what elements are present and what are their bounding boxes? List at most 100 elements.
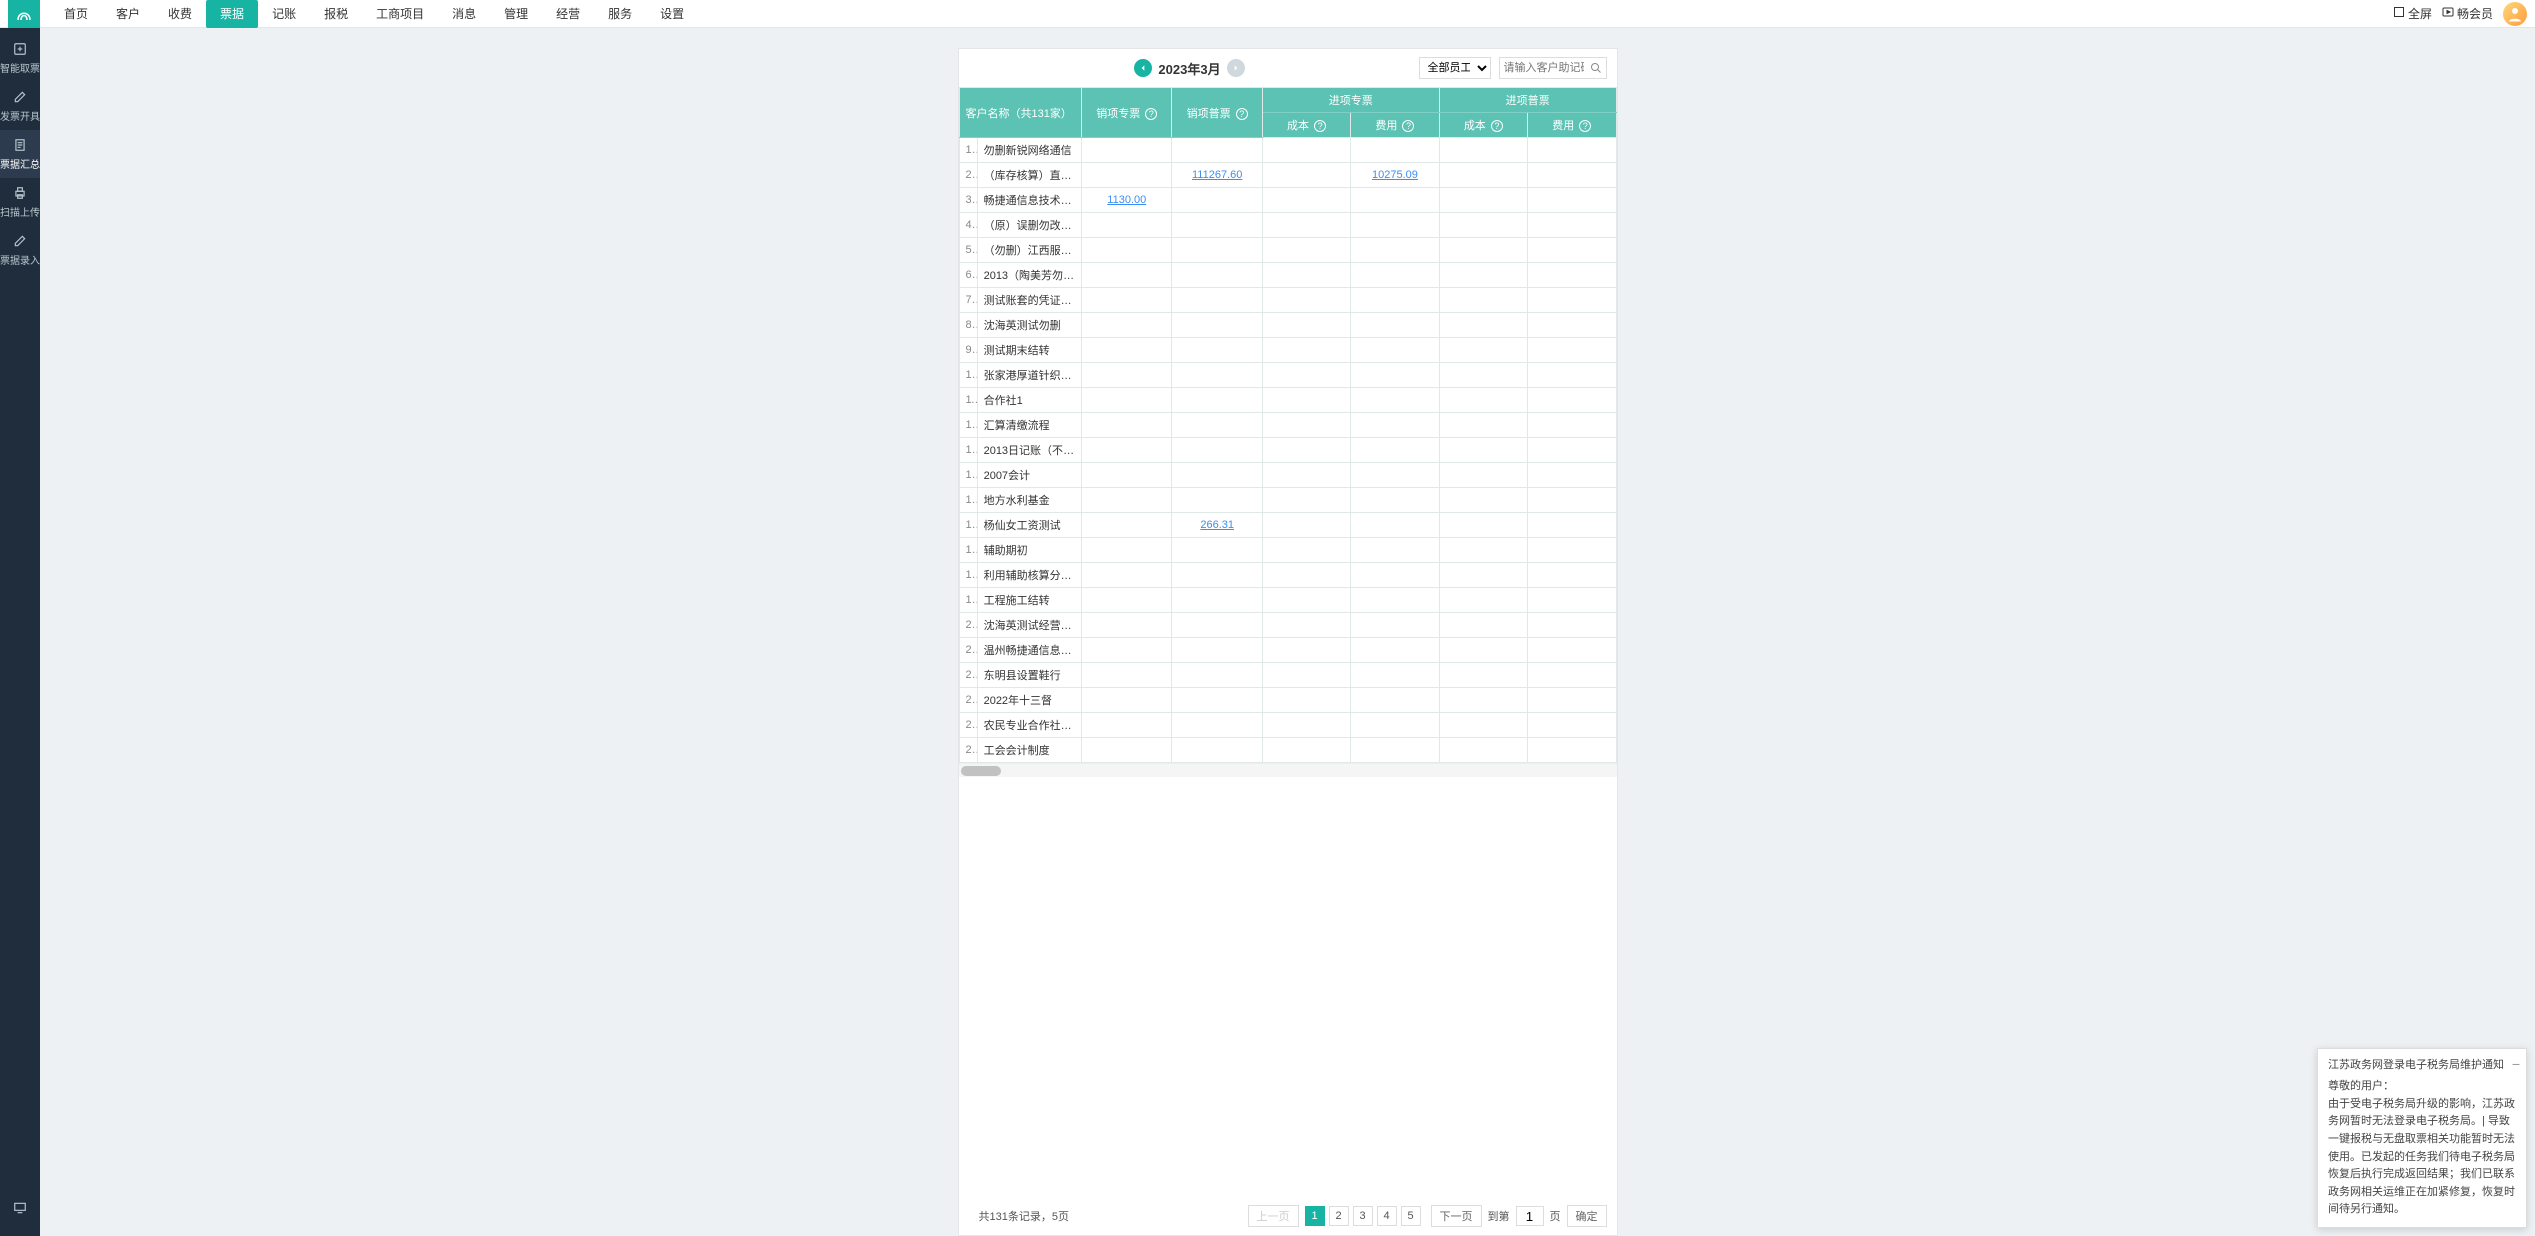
sales-normal-value xyxy=(1172,288,1262,313)
sidebar-item-0[interactable]: 智能取票 xyxy=(0,34,40,82)
close-icon[interactable]: − xyxy=(2512,1053,2520,1075)
purchase-special-expense xyxy=(1351,663,1439,688)
page-number-1[interactable]: 1 xyxy=(1305,1206,1325,1226)
help-icon[interactable]: ? xyxy=(1236,108,1248,120)
table-row[interactable]: 17辅助期初 xyxy=(959,538,1616,563)
topnav-item-4[interactable]: 记账 xyxy=(258,0,310,28)
purchase-normal-cost xyxy=(1439,588,1527,613)
table-row[interactable]: 19工程施工结转 xyxy=(959,588,1616,613)
page-number-4[interactable]: 4 xyxy=(1377,1206,1397,1226)
amount-link[interactable]: 111267.60 xyxy=(1192,169,1242,181)
table-row[interactable]: 4（原）误删勿改李艳芬测试账… xyxy=(959,213,1616,238)
employee-select[interactable]: 全部员工 xyxy=(1419,57,1491,79)
sales-normal-value xyxy=(1172,463,1262,488)
amount-link[interactable]: 10275.09 xyxy=(1372,169,1418,181)
goto-confirm-button[interactable]: 确定 xyxy=(1567,1205,1607,1227)
table-row[interactable]: 7测试账套的凭证打印的时候… xyxy=(959,288,1616,313)
purchase-special-expense xyxy=(1351,563,1439,588)
table-row[interactable]: 21温州畅捷通信息服务有限… xyxy=(959,638,1616,663)
topnav-item-10[interactable]: 服务 xyxy=(594,0,646,28)
table-row[interactable]: 2（库存核算）直播畅捷通信…111267.6010275.09 xyxy=(959,163,1616,188)
purchase-special-cost xyxy=(1262,563,1350,588)
help-icon[interactable]: ? xyxy=(1579,120,1591,132)
sidebar-bottom-item[interactable] xyxy=(0,1193,40,1226)
table-row[interactable]: 15地方水利基金 xyxy=(959,488,1616,513)
topnav-item-6[interactable]: 工商项目 xyxy=(362,0,438,28)
purchase-special-expense xyxy=(1351,513,1439,538)
table-row[interactable]: 132013日记账（不要删除哈… xyxy=(959,438,1616,463)
goto-page-input[interactable] xyxy=(1516,1206,1544,1226)
horizontal-scrollbar[interactable] xyxy=(959,763,1617,777)
customer-name: 农民专业合作社会计制度 xyxy=(977,713,1081,738)
topnav-item-1[interactable]: 客户 xyxy=(102,0,154,28)
table-row[interactable]: 8沈海英测试勿删 xyxy=(959,313,1616,338)
table-row[interactable]: 12汇算清缴流程 xyxy=(959,413,1616,438)
sidebar-item-3[interactable]: 扫描上传 xyxy=(0,178,40,226)
sales-special-value xyxy=(1082,238,1172,263)
table-row[interactable]: 18利用辅助核算分析每种商… xyxy=(959,563,1616,588)
next-page-button[interactable]: 下一页 xyxy=(1431,1205,1482,1227)
purchase-special-cost xyxy=(1262,413,1350,438)
user-avatar[interactable] xyxy=(2503,2,2527,26)
sidebar-item-4[interactable]: 票据录入 xyxy=(0,226,40,274)
row-index: 5 xyxy=(959,238,977,263)
table-row[interactable]: 5（勿删）江西服宝-LSS xyxy=(959,238,1616,263)
table-row[interactable]: 11合作社1 xyxy=(959,388,1616,413)
topnav-item-9[interactable]: 经营 xyxy=(542,0,594,28)
amount-link[interactable]: 1130.00 xyxy=(1107,194,1146,206)
sidebar-item-1[interactable]: 发票开具 xyxy=(0,82,40,130)
sales-special-value: 1130.00 xyxy=(1082,188,1172,213)
table-row[interactable]: 142007会计 xyxy=(959,463,1616,488)
table-row[interactable]: 20沈海英测试经营勿删 xyxy=(959,613,1616,638)
page-number-2[interactable]: 2 xyxy=(1329,1206,1349,1226)
sales-special-value xyxy=(1082,138,1172,163)
topnav-item-7[interactable]: 消息 xyxy=(438,0,490,28)
purchase-special-expense xyxy=(1351,738,1439,763)
sidebar-item-2[interactable]: 票据汇总 xyxy=(0,130,40,178)
help-icon[interactable]: ? xyxy=(1491,120,1503,132)
sales-normal-value xyxy=(1172,688,1262,713)
table-row[interactable]: 10张家港厚道针织品有限公… xyxy=(959,363,1616,388)
table-row[interactable]: 9测试期末结转 xyxy=(959,338,1616,363)
purchase-special-cost xyxy=(1262,438,1350,463)
row-index: 20 xyxy=(959,613,977,638)
sales-normal-value xyxy=(1172,238,1262,263)
purchase-special-expense xyxy=(1351,138,1439,163)
table-row[interactable]: 22东明县设置鞋行 xyxy=(959,663,1616,688)
table-row[interactable]: 1勿删新锐网络通信 xyxy=(959,138,1616,163)
topnav-item-8[interactable]: 管理 xyxy=(490,0,542,28)
table-row[interactable]: 25工会会计制度 xyxy=(959,738,1616,763)
topnav-item-0[interactable]: 首页 xyxy=(50,0,102,28)
table-row[interactable]: 24农民专业合作社会计制度 xyxy=(959,713,1616,738)
page-number-5[interactable]: 5 xyxy=(1401,1206,1421,1226)
purchase-special-cost xyxy=(1262,338,1350,363)
table-row[interactable]: 62013（陶美芳勿删） xyxy=(959,263,1616,288)
purchase-special-expense xyxy=(1351,363,1439,388)
row-index: 7 xyxy=(959,288,977,313)
topnav-item-3[interactable]: 票据 xyxy=(206,0,258,28)
sales-special-value xyxy=(1082,513,1172,538)
topnav-item-2[interactable]: 收费 xyxy=(154,0,206,28)
amount-link[interactable]: 266.31 xyxy=(1200,519,1234,531)
sales-special-value xyxy=(1082,163,1172,188)
table-row[interactable]: 16杨仙女工资测试266.31 xyxy=(959,513,1616,538)
monitor-icon xyxy=(12,1200,28,1216)
purchase-special-cost xyxy=(1262,713,1350,738)
table-row[interactable]: 232022年十三督 xyxy=(959,688,1616,713)
topnav-item-5[interactable]: 报税 xyxy=(310,0,362,28)
purchase-special-cost xyxy=(1262,213,1350,238)
topnav-item-11[interactable]: 设置 xyxy=(646,0,698,28)
prev-page-button[interactable]: 上一页 xyxy=(1248,1205,1299,1227)
help-icon[interactable]: ? xyxy=(1314,120,1326,132)
prev-month-button[interactable] xyxy=(1134,59,1152,77)
table-row[interactable]: 3畅捷通信息技术股份有限公…1130.00 xyxy=(959,188,1616,213)
help-icon[interactable]: ? xyxy=(1145,108,1157,120)
search-button[interactable] xyxy=(1585,57,1607,79)
next-month-button[interactable] xyxy=(1227,59,1245,77)
purchase-special-expense xyxy=(1351,613,1439,638)
page-number-3[interactable]: 3 xyxy=(1353,1206,1373,1226)
purchase-normal-cost xyxy=(1439,488,1527,513)
help-icon[interactable]: ? xyxy=(1402,120,1414,132)
member-button[interactable]: 畅会员 xyxy=(2442,5,2493,22)
fullscreen-button[interactable]: 全屏 xyxy=(2393,5,2432,22)
